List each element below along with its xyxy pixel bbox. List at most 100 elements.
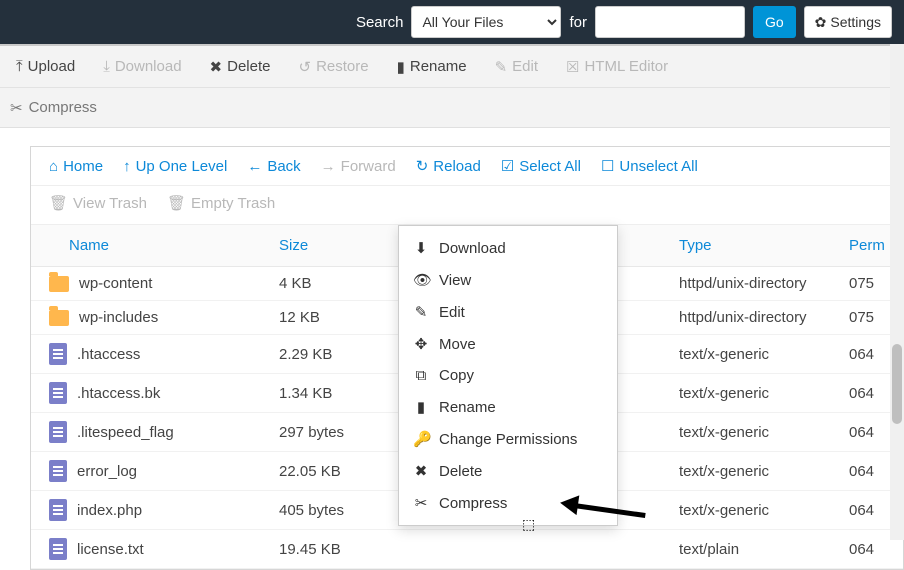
context-menu-item[interactable]: ✥Move: [399, 328, 617, 360]
file-type: text/x-generic: [679, 385, 849, 402]
file-name: .htaccess.bk: [77, 385, 160, 402]
menu-item-label: Download: [439, 240, 506, 257]
trash-icon: 🗑: [49, 194, 68, 212]
home-label: Home: [63, 158, 103, 175]
file-size: 4 KB: [279, 275, 379, 292]
unselect-all-button[interactable]: ☐ Unselect All: [601, 157, 698, 175]
compress-label: Compress: [29, 99, 97, 116]
file-name: license.txt: [77, 541, 144, 558]
cursor-icon: ⬚: [522, 516, 535, 533]
table-row[interactable]: license.txt19.45 KBtext/plain064: [31, 530, 903, 569]
context-menu-item[interactable]: 🔑 Change Permissions: [399, 423, 617, 455]
menu-item-label: Compress: [439, 495, 507, 512]
edit-button[interactable]: ✎ Edit: [495, 58, 538, 76]
menu-item-label: Change Permissions: [439, 431, 577, 448]
select-all-label: Select All: [519, 158, 581, 175]
home-button[interactable]: ⌂ Home: [49, 158, 103, 175]
file-size: 297 bytes: [279, 424, 379, 441]
file-perm: 064: [849, 502, 885, 519]
file-name: wp-content: [79, 275, 152, 292]
settings-button[interactable]: ✿ Settings: [804, 6, 892, 38]
search-scope-select[interactable]: All Your Files: [411, 6, 561, 38]
scrollbar-thumb[interactable]: [892, 344, 902, 424]
context-menu-item[interactable]: ▮Rename: [399, 391, 617, 423]
html-editor-icon: ☒: [566, 58, 579, 76]
file-name: .litespeed_flag: [77, 424, 174, 441]
file-type: text/plain: [679, 541, 849, 558]
context-menu: ⬇Download👁View ✎ Edit ✥Move ⧉ Copy ▮Rename 🔑 Cha…: [398, 225, 618, 526]
reload-button[interactable]: ↻ Reload: [416, 157, 481, 175]
context-menu-item[interactable]: ⧉ Copy: [399, 360, 617, 391]
context-menu-item[interactable]: ⬇Download: [399, 232, 617, 264]
search-input[interactable]: [595, 6, 745, 38]
secondary-toolbar: ✂ Compress: [0, 88, 904, 128]
col-perm-header[interactable]: Perm: [849, 237, 885, 254]
download-button[interactable]: ⤓ Download: [103, 58, 181, 75]
file-type: text/x-generic: [679, 346, 849, 363]
back-icon: ←: [247, 158, 262, 175]
context-menu-item[interactable]: ✖Delete: [399, 455, 617, 487]
download-icon: ⤓: [103, 58, 110, 75]
folder-icon: [49, 276, 69, 292]
file-type: text/x-generic: [679, 424, 849, 441]
context-menu-item[interactable]: ✎ Edit: [399, 296, 617, 328]
scrollbar[interactable]: [890, 44, 904, 540]
file-icon: [49, 460, 67, 482]
restore-button[interactable]: ↺ Restore: [298, 58, 368, 76]
up-icon: ↑: [123, 158, 131, 175]
edit-label: Edit: [512, 58, 538, 75]
delete-button[interactable]: ✖ Delete: [210, 58, 271, 76]
go-button[interactable]: Go: [753, 6, 796, 38]
forward-button[interactable]: → Forward: [321, 158, 396, 175]
up-one-level-button[interactable]: ↑ Up One Level: [123, 158, 227, 175]
file-type: httpd/unix-directory: [679, 309, 849, 326]
html-editor-button[interactable]: ☒ HTML Editor: [566, 58, 668, 76]
file-name: wp-includes: [79, 309, 158, 326]
compress-icon: ✂: [10, 99, 23, 117]
reload-icon: ↻: [416, 157, 429, 175]
file-icon: [49, 499, 67, 521]
main-toolbar: ⤒ Upload ⤓ Download ✖ Delete ↺ Restore ▮…: [0, 44, 904, 88]
file-perm: 075: [849, 275, 885, 292]
select-all-icon: ☑: [501, 157, 514, 175]
menu-item-label: Delete: [439, 463, 482, 480]
file-name: index.php: [77, 502, 142, 519]
home-icon: ⌂: [49, 158, 58, 175]
file-icon: [49, 382, 67, 404]
view-trash-button[interactable]: 🗑 View Trash: [49, 194, 147, 212]
rename-icon: ▮: [397, 58, 405, 76]
back-button[interactable]: ← Back: [247, 158, 300, 175]
reload-label: Reload: [433, 158, 481, 175]
nav-row-2: 🗑 View Trash 🗑 Empty Trash: [31, 186, 903, 225]
col-size-header[interactable]: Size: [279, 237, 379, 254]
col-type-header[interactable]: Type: [679, 237, 849, 254]
context-menu-item[interactable]: 👁View: [399, 264, 617, 296]
file-size: 12 KB: [279, 309, 379, 326]
annotation-arrow: [560, 494, 650, 518]
menu-item-icon: ✎: [413, 303, 429, 321]
empty-trash-button[interactable]: 🗑 Empty Trash: [167, 194, 275, 212]
menu-item-icon: 🔑: [413, 430, 429, 448]
menu-item-icon: ⧉: [413, 367, 429, 384]
forward-icon: →: [321, 158, 336, 175]
menu-item-label: Edit: [439, 304, 465, 321]
unselect-all-label: Unselect All: [619, 158, 697, 175]
file-size: 2.29 KB: [279, 346, 379, 363]
download-label: Download: [115, 58, 182, 75]
up-label: Up One Level: [136, 158, 228, 175]
file-icon: [49, 421, 67, 443]
menu-item-label: Rename: [439, 399, 496, 416]
file-perm: 075: [849, 309, 885, 326]
top-search-bar: Search All Your Files for Go ✿ Settings: [0, 0, 904, 44]
menu-item-label: Copy: [439, 367, 474, 384]
select-all-button[interactable]: ☑ Select All: [501, 157, 581, 175]
delete-icon: ✖: [210, 58, 223, 76]
rename-button[interactable]: ▮ Rename: [397, 58, 467, 76]
settings-label: Settings: [830, 14, 881, 30]
forward-label: Forward: [341, 158, 396, 175]
upload-button[interactable]: ⤒ Upload: [16, 58, 75, 75]
col-name-header[interactable]: Name: [49, 237, 279, 254]
file-perm: 064: [849, 346, 885, 363]
file-name: .htaccess: [77, 346, 140, 363]
file-type: text/x-generic: [679, 463, 849, 480]
